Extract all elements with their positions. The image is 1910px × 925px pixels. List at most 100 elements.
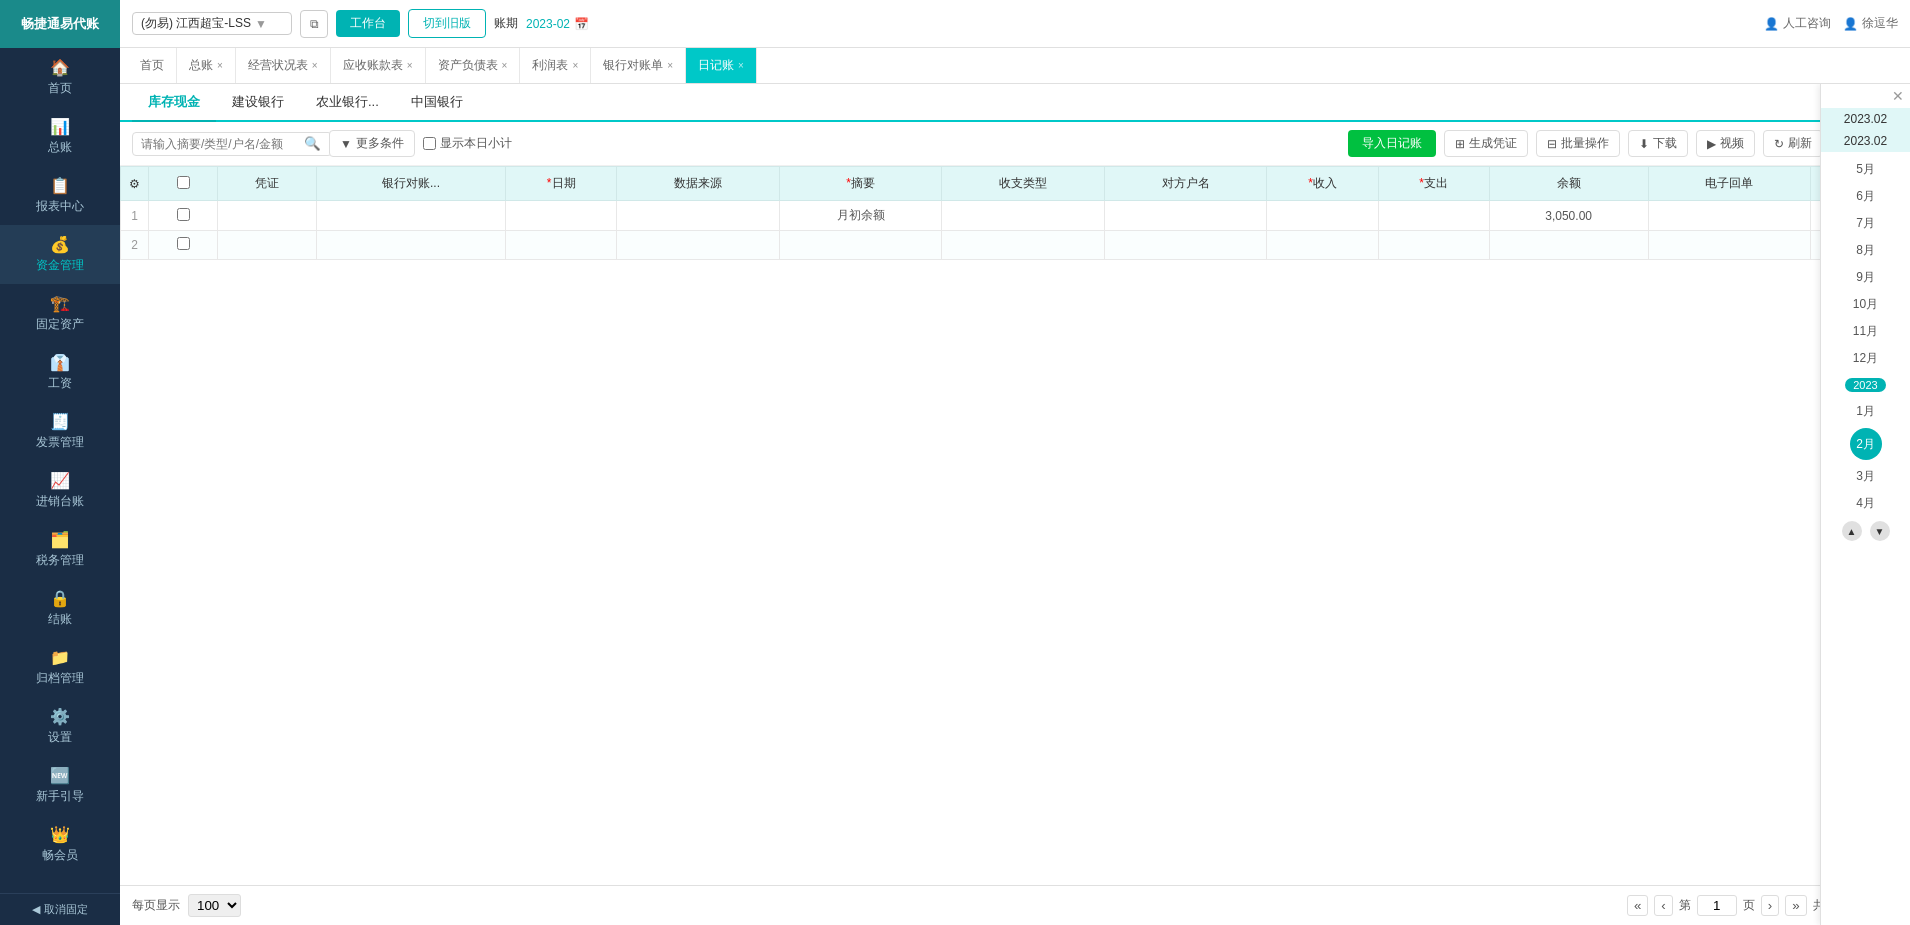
tab-ledger[interactable]: 总账 ×: [177, 48, 236, 84]
cell-row-num-1: 1: [121, 201, 149, 231]
tab-business-status[interactable]: 经营状况表 ×: [236, 48, 331, 84]
year-badge[interactable]: 2023: [1845, 378, 1885, 392]
tab-receivable-close[interactable]: ×: [407, 60, 413, 71]
month-picker-close-button[interactable]: ✕: [1892, 88, 1904, 104]
table-row: 2: [121, 231, 1910, 260]
video-button[interactable]: ▶ 视频: [1696, 130, 1755, 157]
tab-ledger-close[interactable]: ×: [217, 60, 223, 71]
month-year-header-1[interactable]: 2023.02: [1821, 108, 1910, 130]
tab-profit-close[interactable]: ×: [572, 60, 578, 71]
col-settings[interactable]: ⚙: [121, 167, 149, 201]
show-daily-input[interactable]: [423, 137, 436, 150]
month-3[interactable]: 3月: [1821, 463, 1910, 490]
col-source: 数据来源: [617, 167, 780, 201]
row-checkbox-1[interactable]: [177, 208, 190, 221]
download-button[interactable]: ⬇ 下载: [1628, 130, 1688, 157]
calendar-icon[interactable]: 📅: [574, 17, 589, 31]
cell-counterpart-1: [1104, 201, 1267, 231]
cell-checkbox-1[interactable]: [149, 201, 218, 231]
next-page-button[interactable]: ›: [1761, 895, 1779, 916]
company-selector[interactable]: (勿易) 江西超宝-LSS ▼: [132, 12, 292, 35]
sidebar-item-assets[interactable]: 🏗️ 固定资产: [0, 284, 120, 343]
last-page-button[interactable]: »: [1785, 895, 1806, 916]
prev-page-button[interactable]: ‹: [1654, 895, 1672, 916]
month-picker-up-icon[interactable]: ▲: [1842, 521, 1862, 541]
sidebar-item-invoice[interactable]: 🧾 发票管理: [0, 402, 120, 461]
tab-profit[interactable]: 利润表 ×: [520, 48, 591, 84]
workspace-button[interactable]: 工作台: [336, 10, 400, 37]
period-label: 账期: [494, 15, 518, 32]
cell-checkbox-2[interactable]: [149, 231, 218, 260]
generate-voucher-button[interactable]: ⊞ 生成凭证: [1444, 130, 1528, 157]
month-8[interactable]: 8月: [1821, 237, 1910, 264]
tab-receivable-label: 应收账款表: [343, 57, 403, 74]
month-picker-down-icon[interactable]: ▼: [1870, 521, 1890, 541]
month-7[interactable]: 7月: [1821, 210, 1910, 237]
col-checkbox[interactable]: [149, 167, 218, 201]
sidebar-item-report[interactable]: 📋 报表中心: [0, 166, 120, 225]
tab-balance-close[interactable]: ×: [502, 60, 508, 71]
home-icon: 🏠: [50, 58, 70, 77]
sidebar-item-vip[interactable]: 👑 畅会员: [0, 815, 120, 874]
sub-tab-agriculture[interactable]: 农业银行...: [300, 84, 395, 122]
tab-bank-statement[interactable]: 银行对账单 ×: [591, 48, 686, 84]
per-page-select[interactable]: 100 50 200: [188, 894, 241, 917]
copy-button[interactable]: ⧉: [300, 10, 328, 38]
sidebar-item-guide[interactable]: 🆕 新手引导: [0, 756, 120, 815]
user-icon: 👤: [1843, 17, 1858, 31]
tab-home[interactable]: 首页: [128, 48, 177, 84]
unpin-button[interactable]: ◀ 取消固定: [0, 893, 120, 925]
cell-ereceipt-1: [1648, 201, 1811, 231]
select-all-checkbox[interactable]: [177, 176, 190, 189]
sidebar-item-close[interactable]: 🔒 结账: [0, 579, 120, 638]
batch-ops-label: 批量操作: [1561, 135, 1609, 152]
month-5[interactable]: 5月: [1821, 156, 1910, 183]
filter-button[interactable]: ▼ 更多条件: [329, 130, 415, 157]
month-12[interactable]: 12月: [1821, 345, 1910, 372]
month-10[interactable]: 10月: [1821, 291, 1910, 318]
search-button[interactable]: 🔍: [304, 136, 321, 151]
assets-icon: 🏗️: [50, 294, 70, 313]
page-input[interactable]: [1697, 895, 1737, 916]
tab-bank-statement-close[interactable]: ×: [667, 60, 673, 71]
page-label-post: 页: [1743, 897, 1755, 914]
sub-tab-cash[interactable]: 库存现金: [132, 84, 216, 122]
tab-balance[interactable]: 资产负债表 ×: [426, 48, 521, 84]
unpin-icon: ◀: [32, 903, 40, 916]
month-9[interactable]: 9月: [1821, 264, 1910, 291]
sidebar-item-settings[interactable]: ⚙️ 设置: [0, 697, 120, 756]
first-page-button[interactable]: «: [1627, 895, 1648, 916]
month-2-active[interactable]: 2月: [1850, 428, 1882, 460]
col-bank-reconcile: 银行对账...: [316, 167, 505, 201]
sidebar-item-salary[interactable]: 👔 工资: [0, 343, 120, 402]
sidebar-item-home[interactable]: 🏠 首页: [0, 48, 120, 107]
tab-journal-close[interactable]: ×: [738, 60, 744, 71]
tab-receivable[interactable]: 应收账款表 ×: [331, 48, 426, 84]
tab-business-status-close[interactable]: ×: [312, 60, 318, 71]
row-checkbox-2[interactable]: [177, 237, 190, 250]
col-income: *收入: [1267, 167, 1378, 201]
sub-tab-construction[interactable]: 建设银行: [216, 84, 300, 122]
month-6[interactable]: 6月: [1821, 183, 1910, 210]
month-year-header-2[interactable]: 2023.02: [1821, 130, 1910, 152]
refresh-button[interactable]: ↻ 刷新: [1763, 130, 1823, 157]
sidebar-item-ledger[interactable]: 📊 总账: [0, 107, 120, 166]
batch-ops-button[interactable]: ⊟ 批量操作: [1536, 130, 1620, 157]
vip-icon: 👑: [50, 825, 70, 844]
search-input[interactable]: [132, 132, 332, 156]
user-button[interactable]: 👤 徐逗华: [1843, 15, 1898, 32]
sidebar-item-finance[interactable]: 💰 资金管理: [0, 225, 120, 284]
sidebar-item-archive[interactable]: 📁 归档管理: [0, 638, 120, 697]
month-4[interactable]: 4月: [1821, 490, 1910, 517]
service-button[interactable]: 👤 人工咨询: [1764, 15, 1831, 32]
month-1[interactable]: 1月: [1821, 398, 1910, 425]
import-button[interactable]: 导入日记账: [1348, 130, 1436, 157]
switch-old-button[interactable]: 切到旧版: [408, 9, 486, 38]
sidebar-item-sales[interactable]: 📈 进销台账: [0, 461, 120, 520]
sidebar-item-tax[interactable]: 🗂️ 税务管理: [0, 520, 120, 579]
month-11[interactable]: 11月: [1821, 318, 1910, 345]
show-daily-checkbox[interactable]: 显示本日小计: [423, 135, 512, 152]
tab-journal[interactable]: 日记账 ×: [686, 48, 757, 84]
sub-tab-china[interactable]: 中国银行: [395, 84, 479, 122]
cell-bank-reconcile-1: [316, 201, 505, 231]
